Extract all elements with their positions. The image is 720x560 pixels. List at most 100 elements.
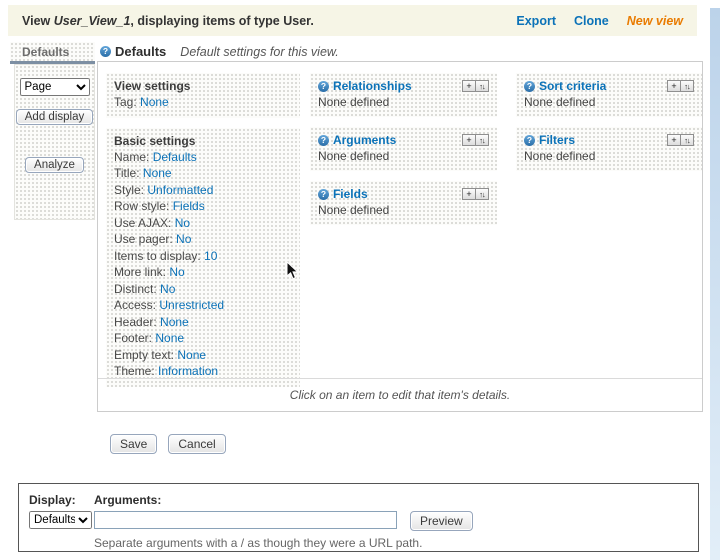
new-view-link[interactable]: New view [627,14,683,28]
views-edit-page: View User_View_1, displaying items of ty… [0,0,720,560]
setting-value-link[interactable]: 10 [204,249,217,263]
setting-row-more-link: More link: No [114,264,292,281]
setting-value-link[interactable]: Unrestricted [159,298,224,312]
live-preview-panel: Display: Defaults Arguments: Preview Sep… [18,483,699,552]
help-icon[interactable]: ? [100,46,111,57]
setting-value-link[interactable]: Unformatted [147,183,213,197]
clone-link[interactable]: Clone [574,14,609,28]
add-relationship-button[interactable]: + [461,80,476,92]
help-icon[interactable]: ? [523,134,535,146]
preview-display-label: Display: [29,493,76,507]
view-name: User_View_1 [53,13,131,28]
relationships-box[interactable]: ? Relationships + ↑↓ None defined [309,73,497,117]
arguments-empty-text: None defined [317,149,390,163]
settings-column-3: ? Sort criteria + ↑↓ None defined ? Filt… [515,73,702,397]
add-field-button[interactable]: + [461,188,476,200]
analyze-button[interactable]: Analyze [25,157,84,173]
basic-settings-title: Basic settings [114,133,196,148]
rearrange-relationships-button[interactable]: ↑↓ [474,80,489,92]
form-actions: Save Cancel [110,434,226,454]
display-sidebar: Page Add display Analyze [14,64,95,220]
relationships-title-link[interactable]: Relationships [333,78,412,94]
relationships-empty-text: None defined [317,95,390,109]
export-link[interactable]: Export [516,14,556,28]
setting-row-row-style: Row style: Fields [114,198,292,215]
setting-row-use-ajax: Use AJAX: No [114,215,292,232]
tab-defaults-label: Defaults [22,45,70,59]
setting-row-footer: Footer: None [114,330,292,347]
setting-label: Header: [114,314,157,329]
preview-arguments-input[interactable] [94,511,397,529]
filters-box[interactable]: ? Filters + ↑↓ None defined [515,127,702,171]
add-display-button[interactable]: Add display [15,109,94,125]
cancel-button[interactable]: Cancel [168,434,226,454]
arguments-title-link[interactable]: Arguments [333,132,396,148]
setting-row-tag: Tag: None [114,94,292,111]
rearrange-sorts-button[interactable]: ↑↓ [680,80,694,92]
setting-value-link[interactable]: Fields [173,199,205,213]
arguments-box[interactable]: ? Arguments + ↑↓ None defined [309,127,497,171]
setting-value-link[interactable]: No [169,265,184,279]
setting-label: Name: [114,149,150,164]
view-title-suffix: , displaying items of type User. [130,13,314,28]
basic-settings-box[interactable]: Basic settings Name: Defaults Title: Non… [106,127,300,387]
fields-box[interactable]: ? Fields + ↑↓ None defined [309,181,497,225]
setting-value-link[interactable]: None [155,331,184,345]
add-filter-button[interactable]: + [667,134,681,146]
preview-button[interactable]: Preview [410,511,473,531]
settings-column-2: ? Relationships + ↑↓ None defined ? Argu… [309,73,497,397]
setting-label: Items to display: [114,248,201,263]
view-title-prefix: View [22,13,54,28]
view-settings-title: View settings [114,79,191,93]
setting-label: Distinct: [114,281,157,296]
filters-title-link[interactable]: Filters [539,132,575,148]
add-sort-button[interactable]: + [667,80,681,92]
sort-criteria-empty-text: None defined [523,95,596,109]
setting-label: Use AJAX: [114,215,172,230]
setting-value-link[interactable]: None [177,348,206,362]
filters-empty-text: None defined [523,149,596,163]
help-icon[interactable]: ? [317,134,329,146]
setting-label: Access: [114,298,157,312]
sort-criteria-box[interactable]: ? Sort criteria + ↑↓ None defined [515,73,702,117]
setting-row-empty-text: Empty text: None [114,347,292,364]
display-subtitle: Default settings for this view. [180,44,339,59]
help-icon[interactable]: ? [523,80,535,92]
sort-criteria-title-link[interactable]: Sort criteria [539,78,606,94]
rearrange-fields-button[interactable]: ↑↓ [474,188,489,200]
setting-label: Theme: [114,364,155,378]
setting-value-link[interactable]: No [160,282,175,296]
view-settings-box[interactable]: View settings Tag: None [106,73,300,118]
settings-columns: View settings Tag: None Basic settings N… [98,62,702,397]
setting-value-link[interactable]: None [143,166,172,180]
save-button[interactable]: Save [110,434,158,454]
display-title: Defaults [115,44,167,59]
settings-column-1: View settings Tag: None Basic settings N… [106,73,300,397]
fields-empty-text: None defined [317,203,390,217]
setting-row-items-to-display: Items to display: 10 [114,248,292,265]
setting-row-style: Style: Unformatted [114,182,292,199]
display-type-select[interactable]: Page [19,78,90,96]
help-icon[interactable]: ? [317,80,329,92]
setting-row-header: Header: None [114,314,292,331]
fields-title-link[interactable]: Fields [333,186,368,202]
add-argument-button[interactable]: + [461,134,476,146]
setting-value-link[interactable]: None [140,95,169,109]
rearrange-arguments-button[interactable]: ↑↓ [474,134,489,146]
tab-defaults[interactable]: Defaults [10,42,95,64]
help-icon[interactable]: ? [317,188,329,200]
view-summary-bar: View User_View_1, displaying items of ty… [8,5,697,36]
setting-value-link[interactable]: No [176,232,191,246]
setting-value-link[interactable]: Information [158,364,218,378]
rearrange-filters-button[interactable]: ↑↓ [680,134,694,146]
view-summary-text: View User_View_1, displaying items of ty… [22,14,314,28]
setting-row-name: Name: Defaults [114,149,292,166]
setting-row-use-pager: Use pager: No [114,231,292,248]
setting-row-distinct: Distinct: No [114,281,292,298]
setting-value-link[interactable]: Defaults [153,150,197,164]
setting-value-link[interactable]: None [160,315,189,329]
preview-display-select[interactable]: Defaults [29,511,92,529]
setting-label: Empty text: [114,347,175,362]
page-background-strip [710,8,720,560]
setting-value-link[interactable]: No [175,216,190,230]
